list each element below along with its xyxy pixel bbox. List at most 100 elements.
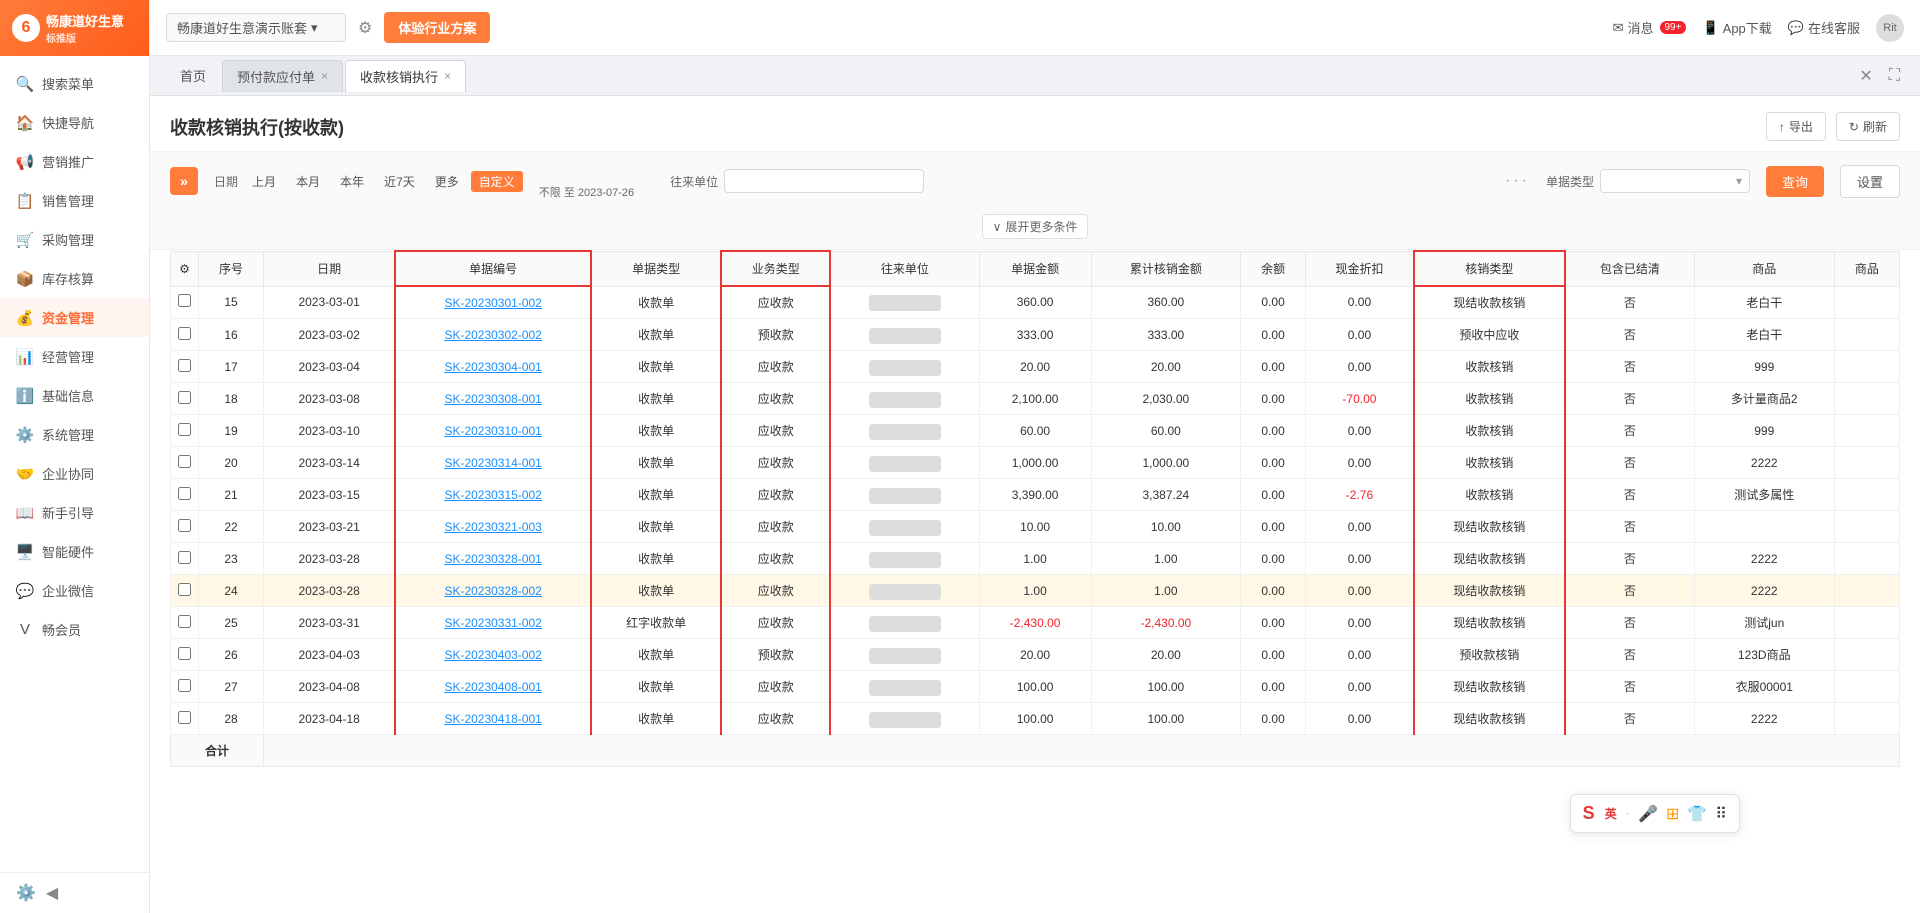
account-dropdown[interactable]: 畅康道好生意演示账套 ▾ [166,13,346,42]
tab-expand-icon[interactable]: ⛶ [1885,63,1904,89]
tab-close-icon[interactable]: ✕ [1855,62,1876,90]
service-action[interactable]: 💬 在线客服 [1788,18,1860,37]
cell-checkbox[interactable] [171,575,199,607]
bill-no-link[interactable]: SK-20230328-001 [444,552,541,566]
date-7days[interactable]: 近7天 [376,171,423,192]
filter-dots[interactable]: ··· [1505,172,1530,190]
row-checkbox[interactable] [178,647,191,660]
date-this-month[interactable]: 本月 [288,171,328,192]
collapse-icon[interactable]: ◀ [46,883,58,903]
cell-cumulative: 3,387.24 [1091,479,1240,511]
watermark-mic-icon[interactable]: 🎤 [1638,804,1658,824]
bill-no-link[interactable]: SK-20230408-001 [444,680,541,694]
bill-no-link[interactable]: SK-20230308-001 [444,392,541,406]
watermark-shirt-icon[interactable]: 👕 [1687,804,1707,824]
expand-more-button[interactable]: ∨ 展开更多条件 [982,214,1089,239]
bill-no-link[interactable]: SK-20230321-003 [444,520,541,534]
cell-checkbox[interactable] [171,319,199,351]
date-custom[interactable]: 自定义 [471,171,523,192]
row-checkbox[interactable] [178,615,191,628]
cell-checkbox[interactable] [171,383,199,415]
sidebar-item-member[interactable]: V 畅会员 [0,610,149,649]
date-last-month[interactable]: 上月 [244,171,284,192]
row-checkbox[interactable] [178,359,191,372]
user-avatar[interactable]: Rit [1876,14,1904,42]
solution-button[interactable]: 体验行业方案 [384,12,490,43]
tab-prepay[interactable]: 预付款应付单 × [222,60,343,92]
bill-no-link[interactable]: SK-20230331-002 [444,616,541,630]
cell-checkbox[interactable] [171,447,199,479]
sidebar-item-sales[interactable]: 📋 销售管理 [0,181,149,220]
bill-no-link[interactable]: SK-20230310-001 [444,424,541,438]
watermark-text-icon[interactable]: 英 [1605,805,1617,822]
message-action[interactable]: ✉ 消息 99+ [1613,18,1687,37]
date-this-year[interactable]: 本年 [332,171,372,192]
row-checkbox[interactable] [178,519,191,532]
cell-checkbox[interactable] [171,671,199,703]
row-checkbox[interactable] [178,583,191,596]
tab-collection-close[interactable]: × [444,69,451,83]
sidebar-item-hardware[interactable]: 🖥️ 智能硬件 [0,532,149,571]
gear-icon[interactable]: ⚙ [358,18,372,38]
bill-no-link[interactable]: SK-20230315-002 [444,488,541,502]
sidebar-item-corp[interactable]: 🤝 企业协同 [0,454,149,493]
bill-no-link[interactable]: SK-20230304-001 [444,360,541,374]
cell-checkbox[interactable] [171,479,199,511]
sidebar-item-finance[interactable]: 💰 资金管理 [0,298,149,337]
export-button[interactable]: ↑ 导出 [1766,112,1826,141]
expand-more-icon: ∨ [993,220,1002,234]
tab-collection[interactable]: 收款核销执行 × [345,60,466,92]
cell-checkbox[interactable] [171,415,199,447]
cell-counterpart: ████ [830,415,979,447]
refresh-button[interactable]: ↻ 刷新 [1836,112,1900,141]
cell-checkbox[interactable] [171,639,199,671]
bill-no-link[interactable]: SK-20230314-001 [444,456,541,470]
settings-icon[interactable]: ⚙️ [16,883,36,903]
row-checkbox[interactable] [178,487,191,500]
tab-prepay-close[interactable]: × [321,69,328,83]
row-checkbox[interactable] [178,551,191,564]
cell-date: 2023-04-18 [264,703,396,735]
sidebar-item-basic[interactable]: ℹ️ 基础信息 [0,376,149,415]
sidebar-item-system[interactable]: ⚙️ 系统管理 [0,415,149,454]
sidebar-item-operations[interactable]: 📊 经营管理 [0,337,149,376]
sidebar-item-inventory[interactable]: 📦 库存核算 [0,259,149,298]
col-gear[interactable]: ⚙ [171,251,199,286]
sidebar-item-search[interactable]: 🔍 搜索菜单 [0,64,149,103]
cell-checkbox[interactable] [171,543,199,575]
cell-checkbox[interactable] [171,286,199,319]
row-checkbox[interactable] [178,711,191,724]
sidebar-item-quicknav[interactable]: 🏠 快捷导航 [0,103,149,142]
watermark-grid-icon[interactable]: ⊞ [1666,804,1679,824]
sidebar-item-guide[interactable]: 📖 新手引导 [0,493,149,532]
cell-balance: 0.00 [1241,286,1306,319]
filter-settings-button[interactable]: 设置 [1840,165,1900,198]
query-button[interactable]: 查询 [1766,166,1824,197]
row-checkbox[interactable] [178,294,191,307]
cell-checkbox[interactable] [171,607,199,639]
bill-no-link[interactable]: SK-20230328-002 [444,584,541,598]
app-download-action[interactable]: 📱 App下载 [1702,18,1771,37]
sidebar-item-marketing[interactable]: 📢 营销推广 [0,142,149,181]
row-checkbox[interactable] [178,455,191,468]
bill-type-select[interactable] [1600,169,1750,193]
tab-home[interactable]: 首页 [166,60,220,92]
bill-no-link[interactable]: SK-20230403-002 [444,648,541,662]
row-checkbox[interactable] [178,327,191,340]
bill-no-link[interactable]: SK-20230418-001 [444,712,541,726]
cell-checkbox[interactable] [171,703,199,735]
bill-no-link[interactable]: SK-20230301-002 [444,296,541,310]
sidebar-item-purchase[interactable]: 🛒 采购管理 [0,220,149,259]
cell-checkbox[interactable] [171,511,199,543]
cell-index: 23 [199,543,264,575]
filter-expand-button[interactable]: » [170,167,198,195]
row-checkbox[interactable] [178,423,191,436]
watermark-apps-icon[interactable]: ⠿ [1715,804,1727,824]
date-more[interactable]: 更多 [427,171,467,192]
cell-checkbox[interactable] [171,351,199,383]
row-checkbox[interactable] [178,391,191,404]
counterpart-input[interactable] [724,169,924,193]
sidebar-item-wechat[interactable]: 💬 企业微信 [0,571,149,610]
row-checkbox[interactable] [178,679,191,692]
bill-no-link[interactable]: SK-20230302-002 [444,328,541,342]
